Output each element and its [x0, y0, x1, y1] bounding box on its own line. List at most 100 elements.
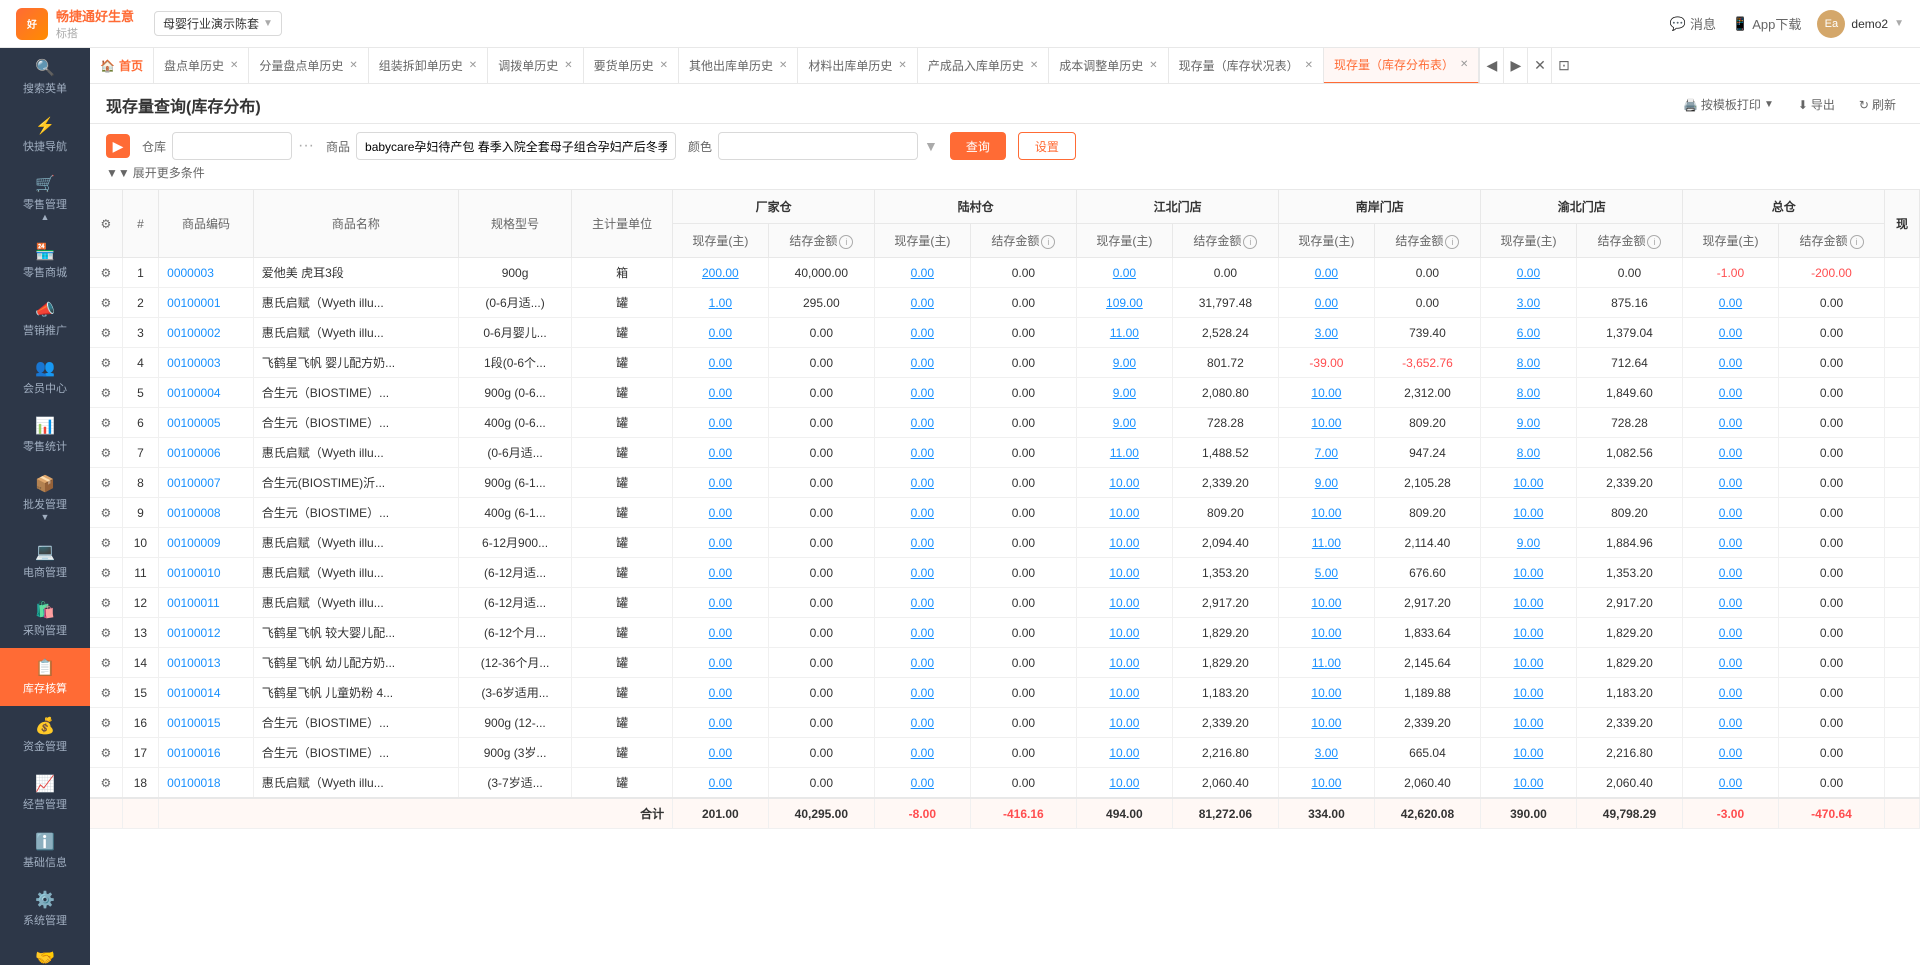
- cell-jb-qty[interactable]: 10.00: [1077, 678, 1172, 708]
- export-btn[interactable]: ⬇ 导出: [1790, 92, 1843, 117]
- cell-zc-qty[interactable]: 0.00: [1683, 348, 1778, 378]
- cell-na-qty[interactable]: 10.00: [1279, 498, 1374, 528]
- cell-jb-qty[interactable]: 109.00: [1077, 288, 1172, 318]
- tab-expand[interactable]: ⊡: [1551, 48, 1575, 84]
- user-menu[interactable]: Ea demo2 ▼: [1817, 10, 1904, 38]
- cell-yb-qty[interactable]: 10.00: [1481, 588, 1576, 618]
- cell-cj-qty[interactable]: 0.00: [673, 678, 768, 708]
- cell-na-qty[interactable]: 10.00: [1279, 768, 1374, 799]
- cell-yb-qty[interactable]: 8.00: [1481, 348, 1576, 378]
- sidebar-item-collab[interactable]: 🤝 企业协同: [0, 938, 90, 965]
- tab-close-icon[interactable]: ✕: [1149, 60, 1157, 71]
- cell-na-qty[interactable]: 10.00: [1279, 708, 1374, 738]
- org-selector[interactable]: 母婴行业演示陈套 ▼: [154, 11, 282, 36]
- cell-lc-qty[interactable]: 0.00: [875, 528, 970, 558]
- tab-close-icon[interactable]: ✕: [779, 60, 787, 71]
- cell-zc-qty[interactable]: 0.00: [1683, 708, 1778, 738]
- cell-yb-qty[interactable]: 10.00: [1481, 648, 1576, 678]
- cell-zc-qty[interactable]: 0.00: [1683, 678, 1778, 708]
- cell-settings[interactable]: ⚙: [90, 378, 122, 408]
- sidebar-item-ecommerce[interactable]: 💻 电商管理: [0, 532, 90, 590]
- info-icon[interactable]: i: [1445, 235, 1459, 249]
- cell-settings[interactable]: ⚙: [90, 498, 122, 528]
- cell-jb-qty[interactable]: 11.00: [1077, 438, 1172, 468]
- cell-zc-qty[interactable]: 0.00: [1683, 468, 1778, 498]
- cell-settings[interactable]: ⚙: [90, 588, 122, 618]
- cell-na-qty[interactable]: 10.00: [1279, 618, 1374, 648]
- sidebar-item-operations[interactable]: 📈 经营管理: [0, 764, 90, 822]
- info-icon[interactable]: i: [1850, 235, 1864, 249]
- sidebar-item-inventory[interactable]: 📋 库存核算: [0, 648, 90, 706]
- cell-na-qty[interactable]: 0.00: [1279, 288, 1374, 318]
- app-download-btn[interactable]: 📱 App下载: [1732, 14, 1801, 33]
- cell-cj-qty[interactable]: 0.00: [673, 348, 768, 378]
- cell-cj-qty[interactable]: 0.00: [673, 738, 768, 768]
- tab-close-icon[interactable]: ✕: [898, 60, 906, 71]
- cell-settings[interactable]: ⚙: [90, 318, 122, 348]
- cell-jb-qty[interactable]: 10.00: [1077, 768, 1172, 799]
- cell-jb-qty[interactable]: 10.00: [1077, 738, 1172, 768]
- info-icon[interactable]: i: [1041, 235, 1055, 249]
- cell-na-qty[interactable]: 9.00: [1279, 468, 1374, 498]
- cell-settings[interactable]: ⚙: [90, 468, 122, 498]
- cell-jb-qty[interactable]: 9.00: [1077, 348, 1172, 378]
- cell-cj-qty[interactable]: 0.00: [673, 408, 768, 438]
- cell-cj-qty[interactable]: 0.00: [673, 588, 768, 618]
- cell-jb-qty[interactable]: 10.00: [1077, 618, 1172, 648]
- tab-close-icon[interactable]: ✕: [469, 60, 477, 71]
- tab-close-all[interactable]: ✕: [1527, 48, 1551, 84]
- cell-lc-qty[interactable]: 0.00: [875, 648, 970, 678]
- cell-na-qty[interactable]: 10.00: [1279, 678, 1374, 708]
- tab-close-icon[interactable]: ✕: [349, 60, 357, 71]
- cell-yb-qty[interactable]: 10.00: [1481, 768, 1576, 799]
- cell-yb-qty[interactable]: 10.00: [1481, 618, 1576, 648]
- cell-lc-qty[interactable]: 0.00: [875, 258, 970, 288]
- cell-yb-qty[interactable]: 10.00: [1481, 558, 1576, 588]
- cell-jb-qty[interactable]: 0.00: [1077, 258, 1172, 288]
- cell-lc-qty[interactable]: 0.00: [875, 378, 970, 408]
- refresh-btn[interactable]: ↻ 刷新: [1851, 92, 1904, 117]
- cell-jb-qty[interactable]: 10.00: [1077, 468, 1172, 498]
- cell-cj-qty[interactable]: 0.00: [673, 498, 768, 528]
- tab-nav-right[interactable]: ▶: [1503, 48, 1527, 84]
- cell-settings[interactable]: ⚙: [90, 768, 122, 799]
- tab-stockcount-history[interactable]: 盘点单历史 ✕: [154, 48, 249, 84]
- info-icon[interactable]: i: [1243, 235, 1257, 249]
- cell-jb-qty[interactable]: 9.00: [1077, 378, 1172, 408]
- tab-transfer[interactable]: 调拨单历史 ✕: [488, 48, 583, 84]
- cell-lc-qty[interactable]: 0.00: [875, 468, 970, 498]
- tab-close-icon[interactable]: ✕: [1460, 59, 1468, 70]
- cell-settings[interactable]: ⚙: [90, 258, 122, 288]
- color-dropdown-icon[interactable]: ▼: [924, 138, 938, 154]
- sidebar-item-retail[interactable]: 🛒 零售管理 ▲: [0, 164, 90, 232]
- cell-cj-qty[interactable]: 0.00: [673, 558, 768, 588]
- sidebar-item-purchase[interactable]: 🛍️ 采购管理: [0, 590, 90, 648]
- cell-na-qty[interactable]: 10.00: [1279, 378, 1374, 408]
- cell-settings[interactable]: ⚙: [90, 558, 122, 588]
- cell-cj-qty[interactable]: 0.00: [673, 618, 768, 648]
- cell-yb-qty[interactable]: 3.00: [1481, 288, 1576, 318]
- cell-yb-qty[interactable]: 9.00: [1481, 408, 1576, 438]
- cell-lc-qty[interactable]: 0.00: [875, 678, 970, 708]
- cell-na-qty[interactable]: 3.00: [1279, 318, 1374, 348]
- warehouse-ellipsis[interactable]: ···: [298, 137, 314, 155]
- cell-lc-qty[interactable]: 0.00: [875, 318, 970, 348]
- sidebar-item-retail-stats[interactable]: 📊 零售统计: [0, 406, 90, 464]
- th-settings[interactable]: ⚙: [90, 190, 122, 258]
- cell-lc-qty[interactable]: 0.00: [875, 738, 970, 768]
- cell-jb-qty[interactable]: 10.00: [1077, 528, 1172, 558]
- message-btn[interactable]: 💬 消息: [1670, 14, 1716, 33]
- cell-jb-qty[interactable]: 11.00: [1077, 318, 1172, 348]
- sidebar-item-shop[interactable]: 🏪 零售商城: [0, 232, 90, 290]
- cell-zc-qty[interactable]: 0.00: [1683, 558, 1778, 588]
- cell-na-qty[interactable]: 11.00: [1279, 528, 1374, 558]
- cell-lc-qty[interactable]: 0.00: [875, 348, 970, 378]
- cell-lc-qty[interactable]: 0.00: [875, 408, 970, 438]
- cell-settings[interactable]: ⚙: [90, 288, 122, 318]
- color-input[interactable]: [718, 132, 918, 160]
- cell-na-qty[interactable]: 10.00: [1279, 408, 1374, 438]
- cell-jb-qty[interactable]: 10.00: [1077, 648, 1172, 678]
- cell-zc-qty[interactable]: 0.00: [1683, 498, 1778, 528]
- cell-cj-qty[interactable]: 200.00: [673, 258, 768, 288]
- sidebar-item-marketing[interactable]: 📣 营销推广: [0, 290, 90, 348]
